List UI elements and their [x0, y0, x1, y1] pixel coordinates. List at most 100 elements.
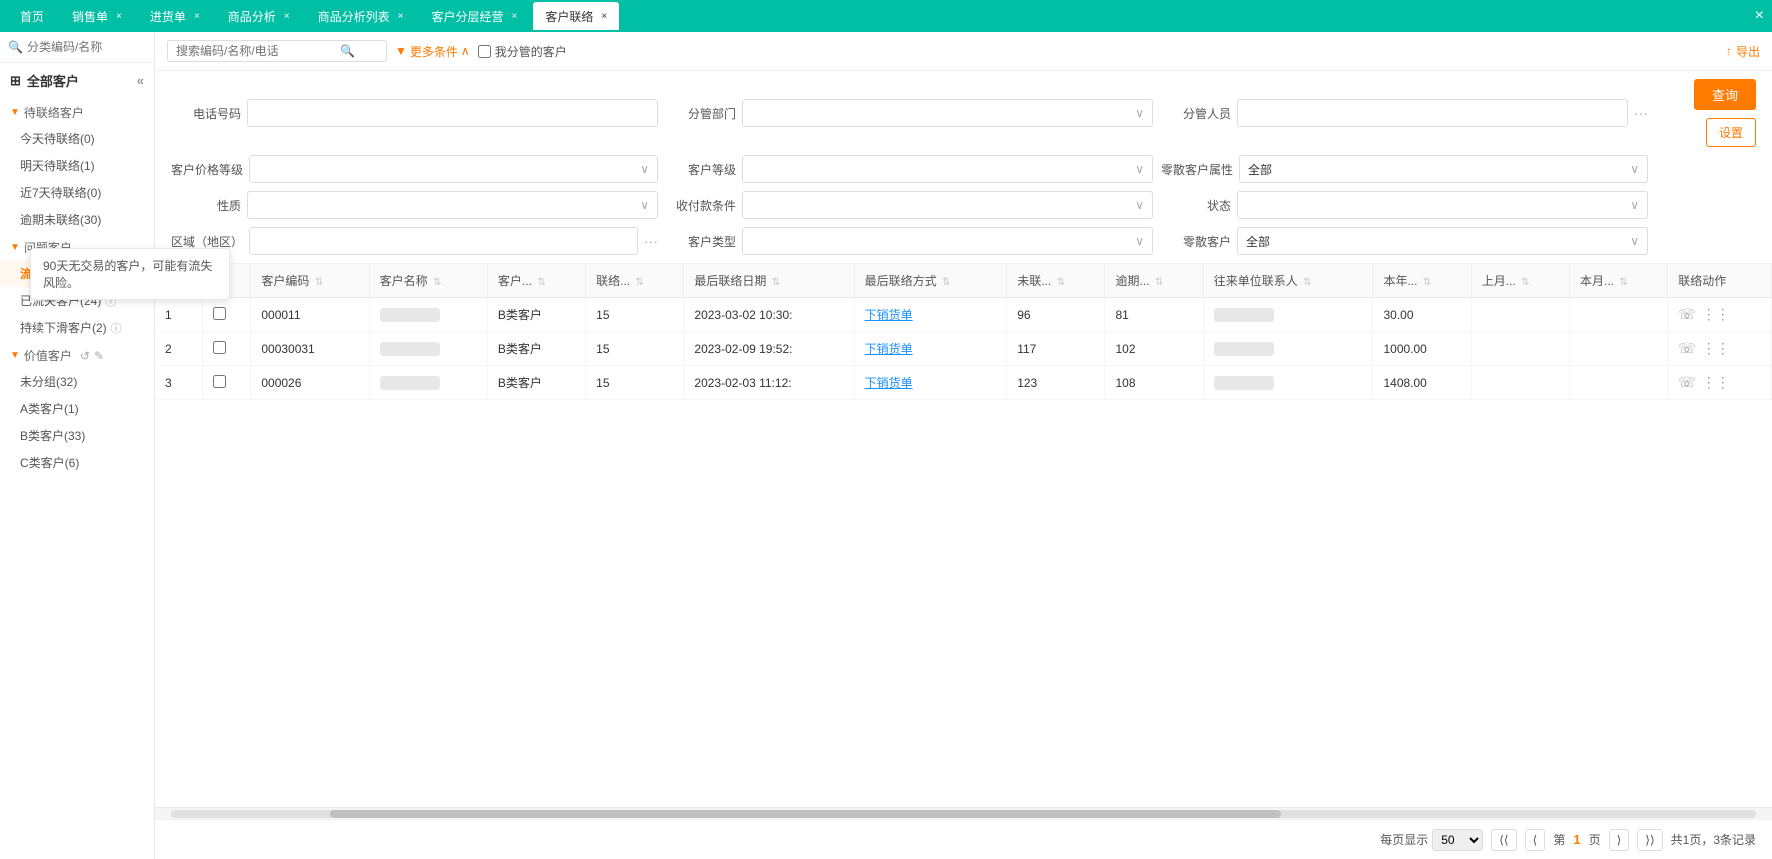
close-analysis-list-icon[interactable]: ×	[398, 11, 404, 22]
filter-status: 状态 ∨	[1161, 191, 1648, 219]
filter-region-label: 区域（地区）	[171, 233, 243, 250]
tab-analysis-label: 商品分析	[228, 8, 276, 25]
sidebar-item-today[interactable]: 今天待联络(0)	[0, 125, 154, 152]
lastmethod-sort-icon[interactable]: ⇅	[942, 277, 950, 288]
close-sales-icon[interactable]: ×	[116, 11, 122, 22]
filter-nature-select[interactable]: ∨	[247, 191, 658, 219]
sidebar-search-input[interactable]	[27, 40, 155, 54]
row-checkbox[interactable]	[213, 341, 226, 354]
more-action-icon[interactable]: ⋮⋮	[1702, 306, 1730, 323]
sidebar-item-overdue-contact[interactable]: 逾期未联络(30)	[0, 206, 154, 233]
contact-action-icon[interactable]: ☏	[1678, 340, 1696, 357]
my-customers-checkbox[interactable]	[478, 45, 491, 58]
tab-sales[interactable]: 销售单 ×	[60, 2, 134, 30]
edit-value-icon[interactable]: ✎	[94, 349, 104, 363]
filter-payment: 收付款条件 ∨	[666, 191, 1153, 219]
filter-dept-select[interactable]: ∨	[742, 99, 1153, 127]
close-analysis-icon[interactable]: ×	[284, 11, 290, 22]
more-action-icon[interactable]: ⋮⋮	[1702, 340, 1730, 357]
per-page-select[interactable]: 50 100 200	[1432, 829, 1483, 851]
close-all-button[interactable]: ×	[1755, 7, 1764, 25]
contact-sort-icon[interactable]: ⇅	[636, 277, 644, 288]
lastdate-sort-icon[interactable]: ⇅	[772, 277, 780, 288]
sidebar-item-declining[interactable]: 持续下滑客户(2) ⓘ	[0, 314, 154, 341]
close-customer-layer-icon[interactable]: ×	[511, 11, 517, 22]
filter-phone-input[interactable]	[247, 99, 658, 127]
region-dots-icon[interactable]: ···	[644, 233, 658, 249]
sidebar-item-week[interactable]: 近7天待联络(0)	[0, 179, 154, 206]
sidebar-item-classB[interactable]: B类客户(33)	[0, 422, 154, 449]
tab-analysis-list[interactable]: 商品分析列表 ×	[306, 2, 416, 30]
sidebar-all-customers[interactable]: ⊞ 全部客户 «	[0, 63, 154, 98]
last-method-link[interactable]: 下销货单	[865, 376, 913, 390]
tab-customer-layer[interactable]: 客户分层经营 ×	[419, 2, 529, 30]
nature-chevron-icon: ∨	[640, 198, 649, 212]
last-method-link[interactable]: 下销货单	[865, 342, 913, 356]
cell-name	[369, 332, 487, 366]
sidebar-group-pending[interactable]: ▼ 待联络客户	[0, 98, 154, 125]
filter-retail-attr-select[interactable]: 全部 ∨	[1239, 155, 1648, 183]
tab-home[interactable]: 首页	[8, 2, 56, 30]
query-button[interactable]: 查询	[1694, 79, 1756, 110]
horizontal-scrollbar[interactable]	[155, 807, 1772, 819]
filter-manager-select[interactable]	[1237, 99, 1628, 127]
uncontacted-sort-icon[interactable]: ⇅	[1057, 277, 1065, 288]
sidebar-item-tomorrow[interactable]: 明天待联络(1)	[0, 152, 154, 179]
export-button[interactable]: ↑ 导出	[1726, 43, 1760, 60]
sidebar-item-classA[interactable]: A类客户(1)	[0, 395, 154, 422]
col-contact-header: 联络... ⇅	[586, 264, 684, 298]
close-customer-contact-icon[interactable]: ×	[601, 11, 607, 22]
filter-region-input[interactable]	[249, 227, 638, 255]
prev-page-button[interactable]: ⟨	[1525, 829, 1546, 851]
filter-status-select[interactable]: ∨	[1237, 191, 1648, 219]
table-row: 2 00030031 B类客户 15 2023-02-09 19:52: 下销货…	[155, 332, 1772, 366]
more-conditions-button[interactable]: ▼ 更多条件 ∧	[395, 43, 470, 60]
cell-thismonth	[1570, 366, 1668, 400]
more-action-icon[interactable]: ⋮⋮	[1702, 374, 1730, 391]
first-page-button[interactable]: ⟨⟨	[1491, 829, 1516, 851]
scroll-thumb[interactable]	[330, 810, 1281, 818]
col-lastdate-header: 最后联络日期 ⇅	[684, 264, 854, 298]
sidebar-item-classC-label: C类客户(6)	[20, 454, 79, 471]
sidebar-item-ungroup[interactable]: 未分组(32)	[0, 368, 154, 395]
cell-index: 2	[155, 332, 202, 366]
filter-price-level-select[interactable]: ∨	[249, 155, 658, 183]
search-input[interactable]	[176, 44, 336, 58]
retail-attr-chevron-icon: ∨	[1630, 162, 1639, 176]
refresh-value-icon[interactable]: ↺	[80, 349, 90, 363]
tab-purchase[interactable]: 进货单 ×	[138, 2, 212, 30]
my-customers-toggle[interactable]: 我分管的客户	[478, 43, 567, 60]
row-checkbox[interactable]	[213, 307, 226, 320]
contact-action-icon[interactable]: ☏	[1678, 306, 1696, 323]
cell-contact-count: 15	[586, 332, 684, 366]
tab-analysis[interactable]: 商品分析 ×	[216, 2, 302, 30]
row-checkbox[interactable]	[213, 375, 226, 388]
sidebar-group-value[interactable]: ▼ 价值客户 ↺ ✎	[0, 341, 154, 368]
scroll-track[interactable]	[171, 810, 1756, 818]
next-page-button[interactable]: ⟩	[1609, 829, 1630, 851]
filter-customer-level-select[interactable]: ∨	[742, 155, 1153, 183]
manager-dots-icon[interactable]: ···	[1634, 105, 1648, 121]
thismonth-sort-icon[interactable]: ⇅	[1619, 277, 1627, 288]
filter-payment-select[interactable]: ∨	[742, 191, 1153, 219]
thisyear-sort-icon[interactable]: ⇅	[1423, 277, 1431, 288]
lastmonth-sort-icon[interactable]: ⇅	[1521, 277, 1529, 288]
collapse-sidebar-icon[interactable]: «	[137, 73, 144, 88]
dept-chevron-icon: ∨	[1135, 106, 1144, 120]
cell-name	[369, 298, 487, 332]
last-method-link[interactable]: 下销货单	[865, 308, 913, 322]
type-sort-icon[interactable]: ⇅	[537, 277, 545, 288]
contact-action-icon[interactable]: ☏	[1678, 374, 1696, 391]
search-button[interactable]: 🔍	[340, 44, 355, 58]
tab-customer-contact[interactable]: 客户联络 ×	[533, 2, 619, 30]
overdue-sort-icon[interactable]: ⇅	[1155, 277, 1163, 288]
name-sort-icon[interactable]: ⇅	[433, 277, 441, 288]
close-purchase-icon[interactable]: ×	[194, 11, 200, 22]
filter-cust-type-select[interactable]: ∨	[742, 227, 1153, 255]
unitcontact-sort-icon[interactable]: ⇅	[1303, 277, 1311, 288]
filter-retail-cust-select[interactable]: 全部 ∨	[1237, 227, 1648, 255]
sidebar-item-classC[interactable]: C类客户(6)	[0, 449, 154, 476]
code-sort-icon[interactable]: ⇅	[315, 277, 323, 288]
setting-button[interactable]: 设置	[1706, 118, 1756, 147]
last-page-button[interactable]: ⟩⟩	[1637, 829, 1662, 851]
